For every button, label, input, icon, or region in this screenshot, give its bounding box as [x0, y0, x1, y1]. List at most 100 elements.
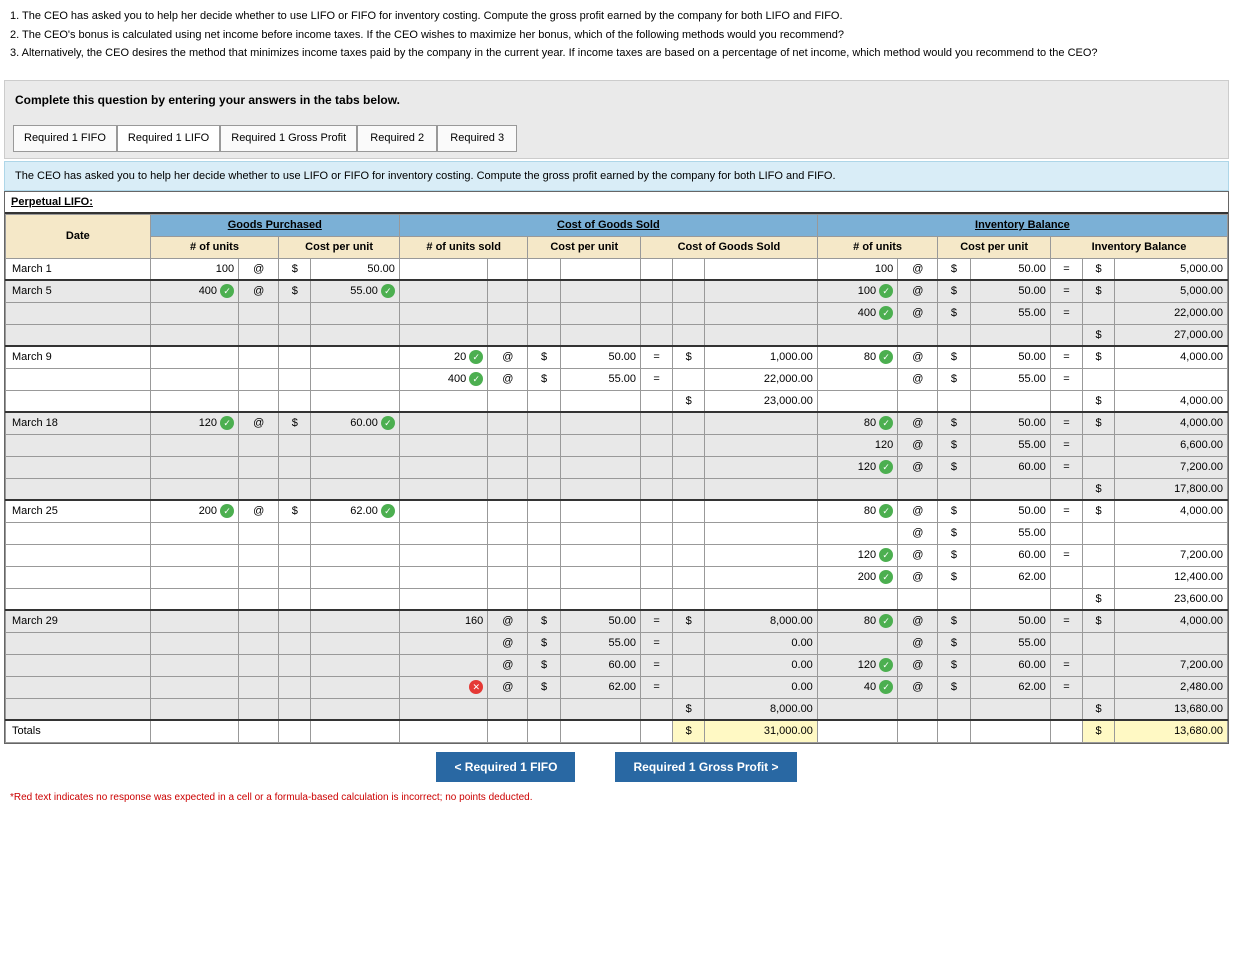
m29c-ibu[interactable]: 120 ✓	[817, 654, 897, 676]
m25c-ibv[interactable]: 7,200.00	[1115, 544, 1228, 566]
prev-button[interactable]: < Required 1 FIFO	[436, 752, 575, 782]
m18a-ibu[interactable]: 80 ✓	[817, 412, 897, 434]
hdr-cogs-units: # of units sold	[399, 236, 528, 258]
m1-gpc[interactable]: 50.00	[311, 258, 399, 280]
m18c-ibv[interactable]: 7,200.00	[1115, 456, 1228, 478]
dollar-icon: $	[1083, 478, 1115, 500]
m25a-ibc[interactable]: 50.00	[970, 500, 1050, 522]
group-header-row: Date Goods Purchased Cost of Goods Sold …	[6, 214, 1228, 236]
tab-req3[interactable]: Required 3	[437, 125, 517, 152]
m25c-ibu[interactable]: 120 ✓	[817, 544, 897, 566]
m29c-ibv[interactable]: 7,200.00	[1115, 654, 1228, 676]
m29b-ibc[interactable]: 55.00	[970, 632, 1050, 654]
m18a-ibc[interactable]: 50.00	[970, 412, 1050, 434]
dollar-icon: $	[1083, 500, 1115, 522]
m25a-ibu[interactable]: 80 ✓	[817, 500, 897, 522]
at-icon: @	[898, 280, 938, 302]
m29-date: March 29	[6, 610, 151, 632]
m9a-ibc[interactable]: 50.00	[970, 346, 1050, 368]
dollar-icon: $	[673, 698, 705, 720]
m29c-csc[interactable]: 60.00	[560, 654, 640, 676]
check-icon: ✓	[879, 680, 893, 694]
m5-gpu[interactable]: 400 ✓	[150, 280, 238, 302]
check-icon: ✓	[469, 372, 483, 386]
m5b-ibu[interactable]: 400 ✓	[817, 302, 897, 324]
m29a-csc[interactable]: 50.00	[560, 610, 640, 632]
tab-req1-gp[interactable]: Required 1 Gross Profit	[220, 125, 357, 152]
tab-req2[interactable]: Required 2	[357, 125, 437, 152]
m29d-ibc[interactable]: 62.00	[970, 676, 1050, 698]
m9b-ibc[interactable]: 55.00	[970, 368, 1050, 390]
m9a-csu[interactable]: 20 ✓	[399, 346, 487, 368]
m18c-ibc[interactable]: 60.00	[970, 456, 1050, 478]
m25-gpu[interactable]: 200 ✓	[150, 500, 238, 522]
m29d-csv: 0.00	[705, 676, 818, 698]
m25d-ibu[interactable]: 200 ✓	[817, 566, 897, 588]
at-icon: @	[898, 676, 938, 698]
m18b-ibu[interactable]: 120	[817, 434, 897, 456]
dollar-icon: $	[938, 412, 970, 434]
at-icon: @	[898, 522, 938, 544]
instruction: Complete this question by entering your …	[5, 81, 1228, 119]
next-button[interactable]: Required 1 Gross Profit >	[615, 752, 796, 782]
m9b-csc[interactable]: 55.00	[560, 368, 640, 390]
check-icon: ✓	[879, 350, 893, 364]
m5-gpc[interactable]: 55.00 ✓	[311, 280, 399, 302]
row-m25d: 200 ✓ @ $62.00 12,400.00	[6, 566, 1228, 588]
m25-gpc[interactable]: 62.00 ✓	[311, 500, 399, 522]
tab-req1-lifo[interactable]: Required 1 LIFO	[117, 125, 220, 152]
m29a-ibv[interactable]: 4,000.00	[1115, 610, 1228, 632]
m5a-ibc[interactable]: 50.00	[970, 280, 1050, 302]
m18c-ibu[interactable]: 120 ✓	[817, 456, 897, 478]
m5a-ibu[interactable]: 100 ✓	[817, 280, 897, 302]
m29b-csc[interactable]: 55.00	[560, 632, 640, 654]
m29d-ibv[interactable]: 2,480.00	[1115, 676, 1228, 698]
eq-icon: =	[1050, 456, 1082, 478]
m29a-csu[interactable]: 160	[399, 610, 487, 632]
check-icon: ✓	[381, 504, 395, 518]
m1-gpu[interactable]: 100	[150, 258, 238, 280]
at-icon: @	[898, 610, 938, 632]
m25-date: March 25	[6, 500, 151, 522]
dollar-icon: $	[938, 368, 970, 390]
m5a-ibv[interactable]: 5,000.00	[1115, 280, 1228, 302]
m9b-csu[interactable]: 400 ✓	[399, 368, 487, 390]
m5b-ibc[interactable]: 55.00	[970, 302, 1050, 324]
dollar-icon: $	[673, 610, 705, 632]
cross-icon: ✕	[469, 680, 483, 694]
dollar-icon: $	[1083, 720, 1115, 742]
tab-req1-fifo[interactable]: Required 1 FIFO	[13, 125, 117, 152]
dollar-icon: $	[938, 632, 970, 654]
m9a-csc[interactable]: 50.00	[560, 346, 640, 368]
m29d-csu[interactable]: ✕	[399, 676, 487, 698]
m5b-ibv[interactable]: 22,000.00	[1115, 302, 1228, 324]
m18b-ibv[interactable]: 6,600.00	[1115, 434, 1228, 456]
m29d-ibu[interactable]: 40 ✓	[817, 676, 897, 698]
m25b-ibc[interactable]: 55.00	[970, 522, 1050, 544]
check-icon: ✓	[879, 658, 893, 672]
at-icon: @	[488, 632, 528, 654]
m18-gpc[interactable]: 60.00 ✓	[311, 412, 399, 434]
m5-date: March 5	[6, 280, 151, 302]
row-m29t: $8,000.00 $13,680.00	[6, 698, 1228, 720]
m1-ibv[interactable]: 5,000.00	[1115, 258, 1228, 280]
m29c-ibc[interactable]: 60.00	[970, 654, 1050, 676]
m25a-ibv[interactable]: 4,000.00	[1115, 500, 1228, 522]
m29a-ibc[interactable]: 50.00	[970, 610, 1050, 632]
row-m25a: March 25 200 ✓ @ $ 62.00 ✓ 80 ✓ @ $50.00…	[6, 500, 1228, 522]
m18-gpu[interactable]: 120 ✓	[150, 412, 238, 434]
eq-icon: =	[1050, 368, 1082, 390]
m18t-ibv: 17,800.00	[1115, 478, 1228, 500]
m29a-ibu[interactable]: 80 ✓	[817, 610, 897, 632]
m1-ibc[interactable]: 50.00	[970, 258, 1050, 280]
m25d-ibc[interactable]: 62.00	[970, 566, 1050, 588]
hdr-date: Date	[6, 214, 151, 258]
m9a-ibu[interactable]: 80 ✓	[817, 346, 897, 368]
m29d-csc[interactable]: 62.00	[560, 676, 640, 698]
m1-ibu[interactable]: 100	[817, 258, 897, 280]
m18b-ibc[interactable]: 55.00	[970, 434, 1050, 456]
m18a-ibv[interactable]: 4,000.00	[1115, 412, 1228, 434]
m9a-ibv[interactable]: 4,000.00	[1115, 346, 1228, 368]
m25d-ibv[interactable]: 12,400.00	[1115, 566, 1228, 588]
m25c-ibc[interactable]: 60.00	[970, 544, 1050, 566]
